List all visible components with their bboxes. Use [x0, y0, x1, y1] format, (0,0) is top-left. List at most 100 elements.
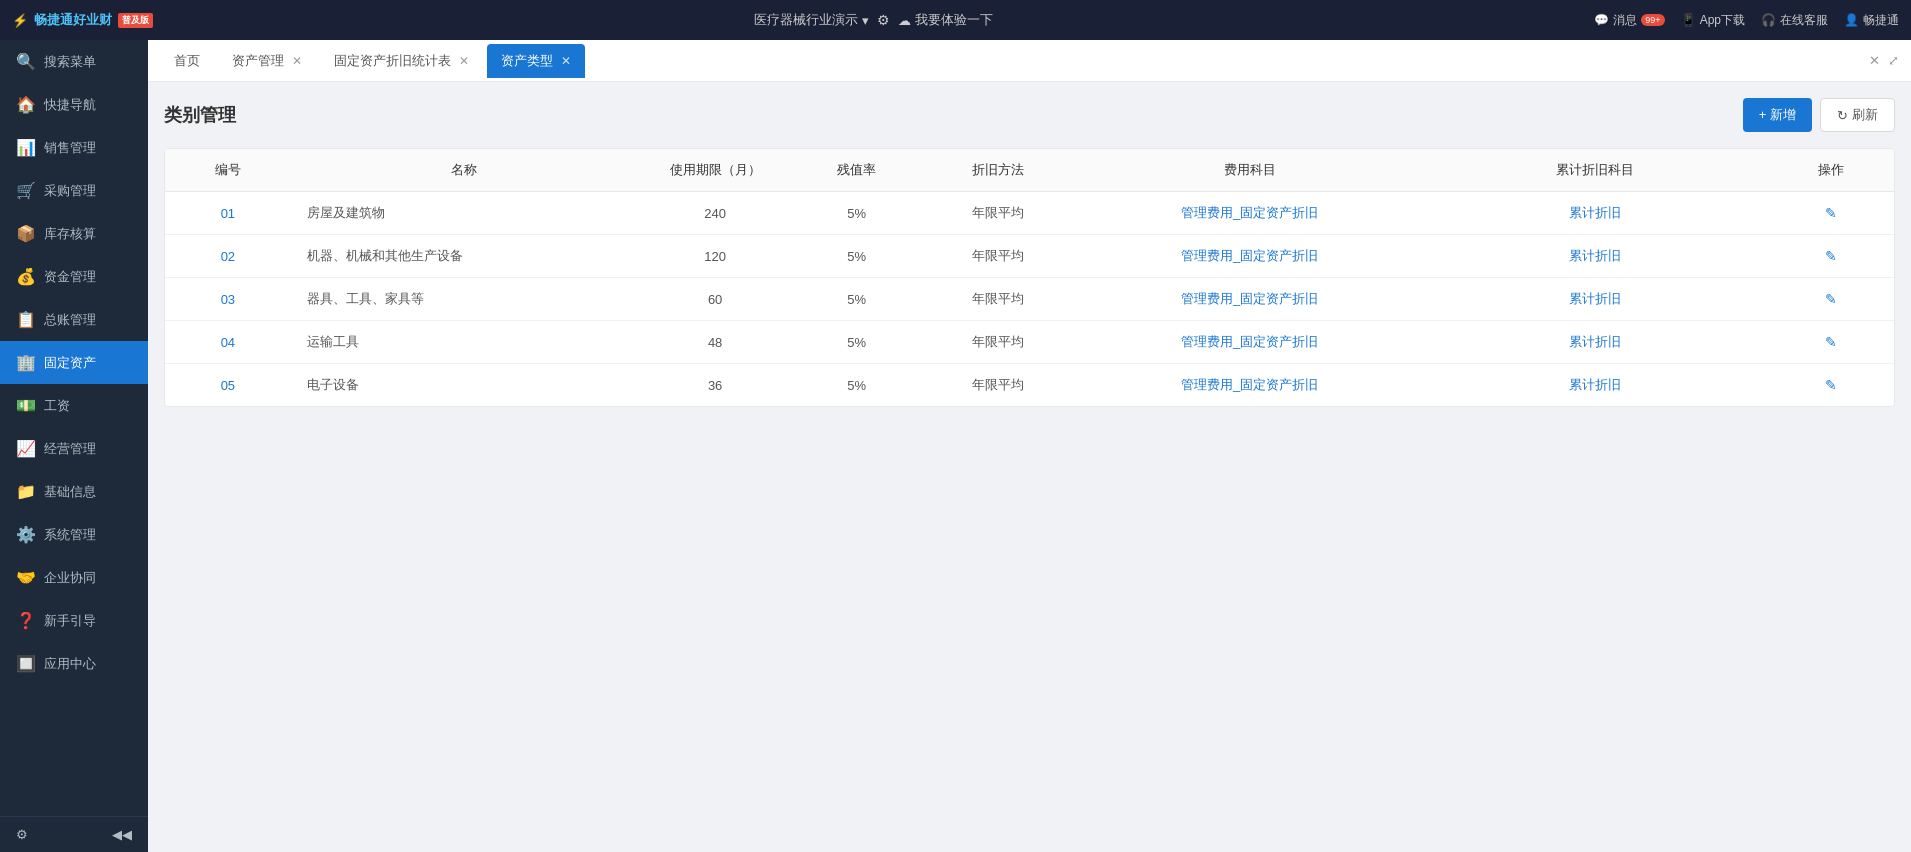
sidebar-item-search[interactable]: 🔍 搜索菜单	[0, 40, 148, 83]
sidebar-item-label: 快捷导航	[44, 96, 96, 114]
brand-name: 畅捷通好业财	[34, 11, 112, 29]
edit-icon[interactable]: ✎	[1825, 248, 1837, 264]
sidebar: 🔍 搜索菜单 🏠 快捷导航 📊 销售管理 🛒 采购管理 📦 库存核算 💰 资金管…	[0, 40, 148, 852]
cell-action: ✎	[1768, 192, 1894, 235]
inventory-icon: 📦	[16, 224, 36, 243]
table-row: 02 机器、机械和其他生产设备 120 5% 年限平均 管理费用_固定资产折旧 …	[165, 235, 1894, 278]
sidebar-item-inventory[interactable]: 📦 库存核算	[0, 212, 148, 255]
sidebar-item-guide[interactable]: ❓ 新手引导	[0, 599, 148, 642]
sidebar-item-finance[interactable]: 💰 资金管理	[0, 255, 148, 298]
user-icon: 👤	[1844, 13, 1859, 27]
cell-residual: 5%	[794, 192, 920, 235]
basics-icon: 📁	[16, 482, 36, 501]
sidebar-item-payroll[interactable]: 💵 工资	[0, 384, 148, 427]
tab-depreciation[interactable]: 固定资产折旧统计表 ✕	[320, 44, 483, 78]
sidebar-item-collab[interactable]: 🤝 企业协同	[0, 556, 148, 599]
sidebar-item-system[interactable]: ⚙️ 系统管理	[0, 513, 148, 556]
main-layout: 🔍 搜索菜单 🏠 快捷导航 📊 销售管理 🛒 采购管理 📦 库存核算 💰 资金管…	[0, 40, 1911, 852]
tab-label: 资产类型	[501, 52, 553, 70]
cell-period: 48	[637, 321, 794, 364]
cell-residual: 5%	[794, 321, 920, 364]
col-header-expense: 费用科目	[1077, 149, 1423, 192]
try-label: 我要体验一下	[915, 11, 993, 29]
cell-action: ✎	[1768, 235, 1894, 278]
username-label: 畅捷通	[1863, 12, 1899, 29]
phone-icon: 📱	[1681, 13, 1696, 27]
notification-badge: 99+	[1641, 14, 1664, 26]
edit-icon[interactable]: ✎	[1825, 377, 1837, 393]
collapse-icon[interactable]: ◀◀	[112, 827, 132, 842]
edit-icon[interactable]: ✎	[1825, 334, 1837, 350]
cell-period: 240	[637, 192, 794, 235]
sidebar-item-purchase[interactable]: 🛒 采购管理	[0, 169, 148, 212]
cell-expense: 管理费用_固定资产折旧	[1077, 235, 1423, 278]
notification-item[interactable]: 💬 消息 99+	[1594, 12, 1664, 29]
cell-period: 36	[637, 364, 794, 407]
sidebar-item-label: 资金管理	[44, 268, 96, 286]
add-button[interactable]: + 新增	[1743, 98, 1812, 132]
cell-action: ✎	[1768, 321, 1894, 364]
sidebar-item-basics[interactable]: 📁 基础信息	[0, 470, 148, 513]
payroll-icon: 💵	[16, 396, 36, 415]
cell-accum: 累计折旧	[1422, 321, 1768, 364]
sidebar-item-label: 库存核算	[44, 225, 96, 243]
tab-bar: 首页 资产管理 ✕ 固定资产折旧统计表 ✕ 资产类型 ✕ ✕ ⤢	[148, 40, 1911, 82]
cell-action: ✎	[1768, 364, 1894, 407]
cell-expense: 管理费用_固定资产折旧	[1077, 278, 1423, 321]
try-button[interactable]: ☁ 我要体验一下	[898, 11, 993, 29]
edit-icon[interactable]: ✎	[1825, 291, 1837, 307]
sidebar-item-fixed[interactable]: 🏢 固定资产	[0, 341, 148, 384]
gear-settings-icon[interactable]: ⚙	[16, 827, 28, 842]
table-container: 编号名称使用期限（月）残值率折旧方法费用科目累计折旧科目操作 01 房屋及建筑物…	[164, 148, 1895, 407]
sidebar-item-operations[interactable]: 📈 经营管理	[0, 427, 148, 470]
tab-close-icon[interactable]: ✕	[459, 54, 469, 68]
cell-name: 器具、工具、家具等	[291, 278, 637, 321]
tab-label: 首页	[174, 52, 200, 70]
top-header: ⚡ 畅捷通好业财 普及版 医疗器械行业演示 ▾ ⚙ ☁ 我要体验一下 💬 消息 …	[0, 0, 1911, 40]
cell-method: 年限平均	[919, 192, 1076, 235]
header-left: ⚡ 畅捷通好业财 普及版	[12, 11, 153, 29]
page-header: 类别管理 + 新增 ↻ 刷新	[164, 98, 1895, 132]
tab-assets[interactable]: 资产管理 ✕	[218, 44, 316, 78]
industry-dropdown[interactable]: 医疗器械行业演示 ▾	[754, 11, 869, 29]
refresh-button[interactable]: ↻ 刷新	[1820, 98, 1895, 132]
brand-version: 普及版	[118, 13, 153, 28]
cell-action: ✎	[1768, 278, 1894, 321]
tab-close-icon[interactable]: ✕	[561, 54, 571, 68]
cell-residual: 5%	[794, 364, 920, 407]
online-support-label: 在线客服	[1780, 12, 1828, 29]
ledger-icon: 📋	[16, 310, 36, 329]
cell-code: 05	[165, 364, 291, 407]
table-body: 01 房屋及建筑物 240 5% 年限平均 管理费用_固定资产折旧 累计折旧 ✎…	[165, 192, 1894, 407]
finance-icon: 💰	[16, 267, 36, 286]
header-center: 医疗器械行业演示 ▾ ⚙ ☁ 我要体验一下	[754, 11, 993, 29]
sidebar-item-sales[interactable]: 📊 销售管理	[0, 126, 148, 169]
close-window-icon[interactable]: ✕	[1869, 53, 1880, 68]
tab-close-icon[interactable]: ✕	[292, 54, 302, 68]
brand-logo: ⚡ 畅捷通好业财 普及版	[12, 11, 153, 29]
tab-label: 固定资产折旧统计表	[334, 52, 451, 70]
sidebar-item-label: 总账管理	[44, 311, 96, 329]
edit-icon[interactable]: ✎	[1825, 205, 1837, 221]
sidebar-item-appcenter[interactable]: 🔲 应用中心	[0, 642, 148, 685]
user-item[interactable]: 👤 畅捷通	[1844, 12, 1899, 29]
expand-window-icon[interactable]: ⤢	[1888, 53, 1899, 68]
sidebar-footer: ⚙ ◀◀	[0, 816, 148, 852]
sidebar-item-label: 采购管理	[44, 182, 96, 200]
settings-gear-button[interactable]: ⚙	[877, 12, 890, 28]
cell-expense: 管理费用_固定资产折旧	[1077, 364, 1423, 407]
header-right: 💬 消息 99+ 📱 App下载 🎧 在线客服 👤 畅捷通	[1594, 12, 1899, 29]
sidebar-item-label: 新手引导	[44, 612, 96, 630]
sidebar-item-quicknav[interactable]: 🏠 快捷导航	[0, 83, 148, 126]
tab-label: 资产管理	[232, 52, 284, 70]
sidebar-item-ledger[interactable]: 📋 总账管理	[0, 298, 148, 341]
dropdown-arrow-icon: ▾	[862, 13, 869, 28]
quicknav-icon: 🏠	[16, 95, 36, 114]
tab-assettype[interactable]: 资产类型 ✕	[487, 44, 585, 78]
online-support-item[interactable]: 🎧 在线客服	[1761, 12, 1828, 29]
sidebar-item-label: 销售管理	[44, 139, 96, 157]
app-download-item[interactable]: 📱 App下载	[1681, 12, 1745, 29]
cell-period: 60	[637, 278, 794, 321]
tab-home[interactable]: 首页	[160, 44, 214, 78]
cell-method: 年限平均	[919, 278, 1076, 321]
